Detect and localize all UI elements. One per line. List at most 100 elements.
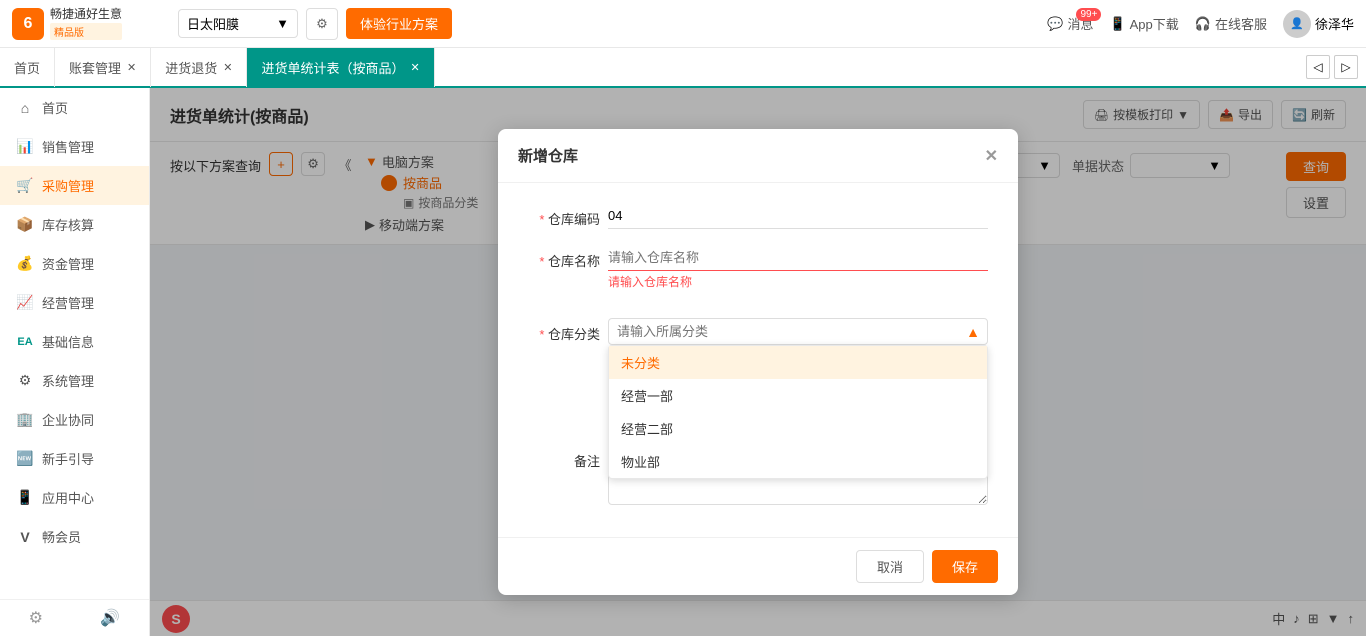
sales-icon: 📊 [16, 138, 34, 156]
store-name: 日太阳膜 [187, 14, 239, 33]
enterprise-icon: 🏢 [16, 411, 34, 429]
sidebar-item-finance[interactable]: 💰 资金管理 [0, 244, 149, 283]
sidebar-label-enterprise: 企业协同 [42, 410, 94, 429]
category-select-field: ▲ [608, 318, 988, 345]
tab-controls: ◁ ▷ [1306, 55, 1366, 79]
online-service-label: 在线客服 [1215, 14, 1267, 33]
sidebar-item-basic[interactable]: EA 基础信息 [0, 322, 149, 361]
sidebar-label-system: 系统管理 [42, 371, 94, 390]
tab-next-button[interactable]: ▷ [1334, 55, 1358, 79]
warehouse-code-row: 仓库编码 [528, 203, 988, 229]
tab-purchase-stats-label: 进货单统计表（按商品） [261, 58, 404, 77]
store-selector-arrow: ▼ [276, 16, 289, 31]
trial-button[interactable]: 体验行业方案 [346, 8, 452, 39]
dialog-header: 新增仓库 ✕ [498, 129, 1018, 183]
dialog-title: 新增仓库 [518, 145, 578, 166]
dialog-footer: 取消 保存 [498, 537, 1018, 595]
purchase-icon: 🛒 [16, 177, 34, 195]
sidebar-label-operation: 经营管理 [42, 293, 94, 312]
tab-purchase-return-label: 进货退货 [165, 58, 217, 77]
header-right: 💬 消息 99+ 📱 App下载 🎧 在线客服 👤 徐泽华 [1047, 10, 1354, 38]
settings-bottom-icon[interactable]: ⚙ [29, 608, 43, 628]
home-icon: ⌂ [16, 99, 34, 117]
message-badge: 99+ [1076, 8, 1101, 21]
tab-prev-button[interactable]: ◁ [1306, 55, 1330, 79]
sidebar-label-finance: 资金管理 [42, 254, 94, 273]
sidebar-label-home: 首页 [42, 98, 68, 117]
sidebar-item-home[interactable]: ⌂ 首页 [0, 88, 149, 127]
sidebar-item-enterprise[interactable]: 🏢 企业协同 [0, 400, 149, 439]
dialog-close-button[interactable]: ✕ [985, 146, 998, 166]
category-arrow-icon[interactable]: ▲ [966, 324, 980, 340]
sidebar-item-guide[interactable]: 🆕 新手引导 [0, 439, 149, 478]
system-icon: ⚙ [16, 372, 34, 390]
store-selector[interactable]: 日太阳膜 ▼ [178, 9, 298, 38]
user-profile[interactable]: 👤 徐泽华 [1283, 10, 1354, 38]
warehouse-category-row: 仓库分类 ▲ 未分类 经营一部 经营二部 物业部 [528, 318, 988, 345]
sidebar-label-guide: 新手引导 [42, 449, 94, 468]
gear-icon: ⚙ [316, 16, 328, 32]
app-download-label: App下载 [1130, 14, 1179, 33]
tab-account-label: 账套管理 [69, 58, 121, 77]
warehouse-name-input[interactable] [608, 245, 988, 271]
sidebar-label-appcenter: 应用中心 [42, 488, 94, 507]
message-item[interactable]: 💬 消息 99+ [1047, 14, 1093, 33]
sidebar-item-appcenter[interactable]: 📱 应用中心 [0, 478, 149, 517]
app-logo-icon: 6 [12, 8, 44, 40]
main-layout: ⌂ 首页 📊 销售管理 🛒 采购管理 📦 库存核算 💰 资金管理 📈 经营管理 … [0, 88, 1366, 636]
appcenter-icon: 📱 [16, 489, 34, 507]
sidebar-label-sales: 销售管理 [42, 137, 94, 156]
tab-purchase-stats[interactable]: 进货单统计表（按商品） ✕ [247, 47, 434, 87]
sidebar-item-operation[interactable]: 📈 经营管理 [0, 283, 149, 322]
note-label: 备注 [528, 445, 608, 470]
dropdown-item-3[interactable]: 物业部 [609, 445, 987, 478]
tab-purchase-return-close[interactable]: ✕ [223, 61, 232, 74]
dropdown-item-1[interactable]: 经营一部 [609, 379, 987, 412]
sidebar-bottom: ⚙ 🔊 [0, 599, 149, 636]
tab-purchase-stats-close[interactable]: ✕ [411, 61, 420, 74]
tab-bar: 首页 账套管理 ✕ 进货退货 ✕ 进货单统计表（按商品） ✕ ◁ ▷ [0, 48, 1366, 88]
operation-icon: 📈 [16, 294, 34, 312]
sidebar-item-purchase[interactable]: 🛒 采购管理 [0, 166, 149, 205]
dropdown-item-2[interactable]: 经营二部 [609, 412, 987, 445]
message-icon: 💬 [1047, 16, 1063, 32]
cancel-button[interactable]: 取消 [856, 550, 924, 583]
sidebar-item-inventory[interactable]: 📦 库存核算 [0, 205, 149, 244]
avatar: 👤 [1283, 10, 1311, 38]
username: 徐泽华 [1315, 14, 1354, 33]
member-icon: V [16, 528, 34, 546]
save-button[interactable]: 保存 [932, 550, 998, 583]
sidebar-label-purchase: 采购管理 [42, 176, 94, 195]
volume-icon[interactable]: 🔊 [100, 608, 120, 628]
modal-overlay[interactable]: 新增仓库 ✕ 仓库编码 仓库名称 请输入仓库名称 [150, 88, 1366, 636]
sidebar-label-basic: 基础信息 [42, 332, 94, 351]
warehouse-code-input[interactable] [608, 203, 988, 229]
search-area: 日太阳膜 ▼ ⚙ 体验行业方案 [178, 8, 478, 40]
tab-purchase-return[interactable]: 进货退货 ✕ [151, 47, 247, 87]
sidebar-label-inventory: 库存核算 [42, 215, 94, 234]
sidebar-label-member: 畅会员 [42, 527, 81, 546]
finance-icon: 💰 [16, 255, 34, 273]
settings-button[interactable]: ⚙ [306, 8, 338, 40]
sidebar-item-system[interactable]: ⚙ 系统管理 [0, 361, 149, 400]
warehouse-category-label: 仓库分类 [528, 318, 608, 343]
sidebar-item-sales[interactable]: 📊 销售管理 [0, 127, 149, 166]
guide-icon: 🆕 [16, 450, 34, 468]
app-download-item[interactable]: 📱 App下载 [1109, 14, 1178, 33]
warehouse-code-label: 仓库编码 [528, 203, 608, 228]
inventory-icon: 📦 [16, 216, 34, 234]
content-area: 进货单统计(按商品) 🖨 按模板打印 ▼ 📤 导出 🔄 刷新 按以下方案查 [150, 88, 1366, 636]
online-service-item[interactable]: 🎧 在线客服 [1195, 14, 1267, 33]
warehouse-name-error: 请输入仓库名称 [608, 273, 988, 290]
tab-home[interactable]: 首页 [0, 47, 55, 87]
logo-area: 6 畅捷通好生意 精品版 [12, 7, 162, 40]
basic-icon: EA [16, 333, 34, 351]
tab-account-close[interactable]: ✕ [127, 61, 136, 74]
tab-account[interactable]: 账套管理 ✕ [55, 47, 151, 87]
headset-icon: 🎧 [1195, 16, 1211, 32]
dropdown-item-0[interactable]: 未分类 [609, 346, 987, 379]
sidebar-item-member[interactable]: V 畅会员 [0, 517, 149, 556]
top-header: 6 畅捷通好生意 精品版 日太阳膜 ▼ ⚙ 体验行业方案 💬 消息 99+ 📱 … [0, 0, 1366, 48]
category-input[interactable] [608, 318, 988, 345]
tab-home-label: 首页 [14, 58, 40, 77]
